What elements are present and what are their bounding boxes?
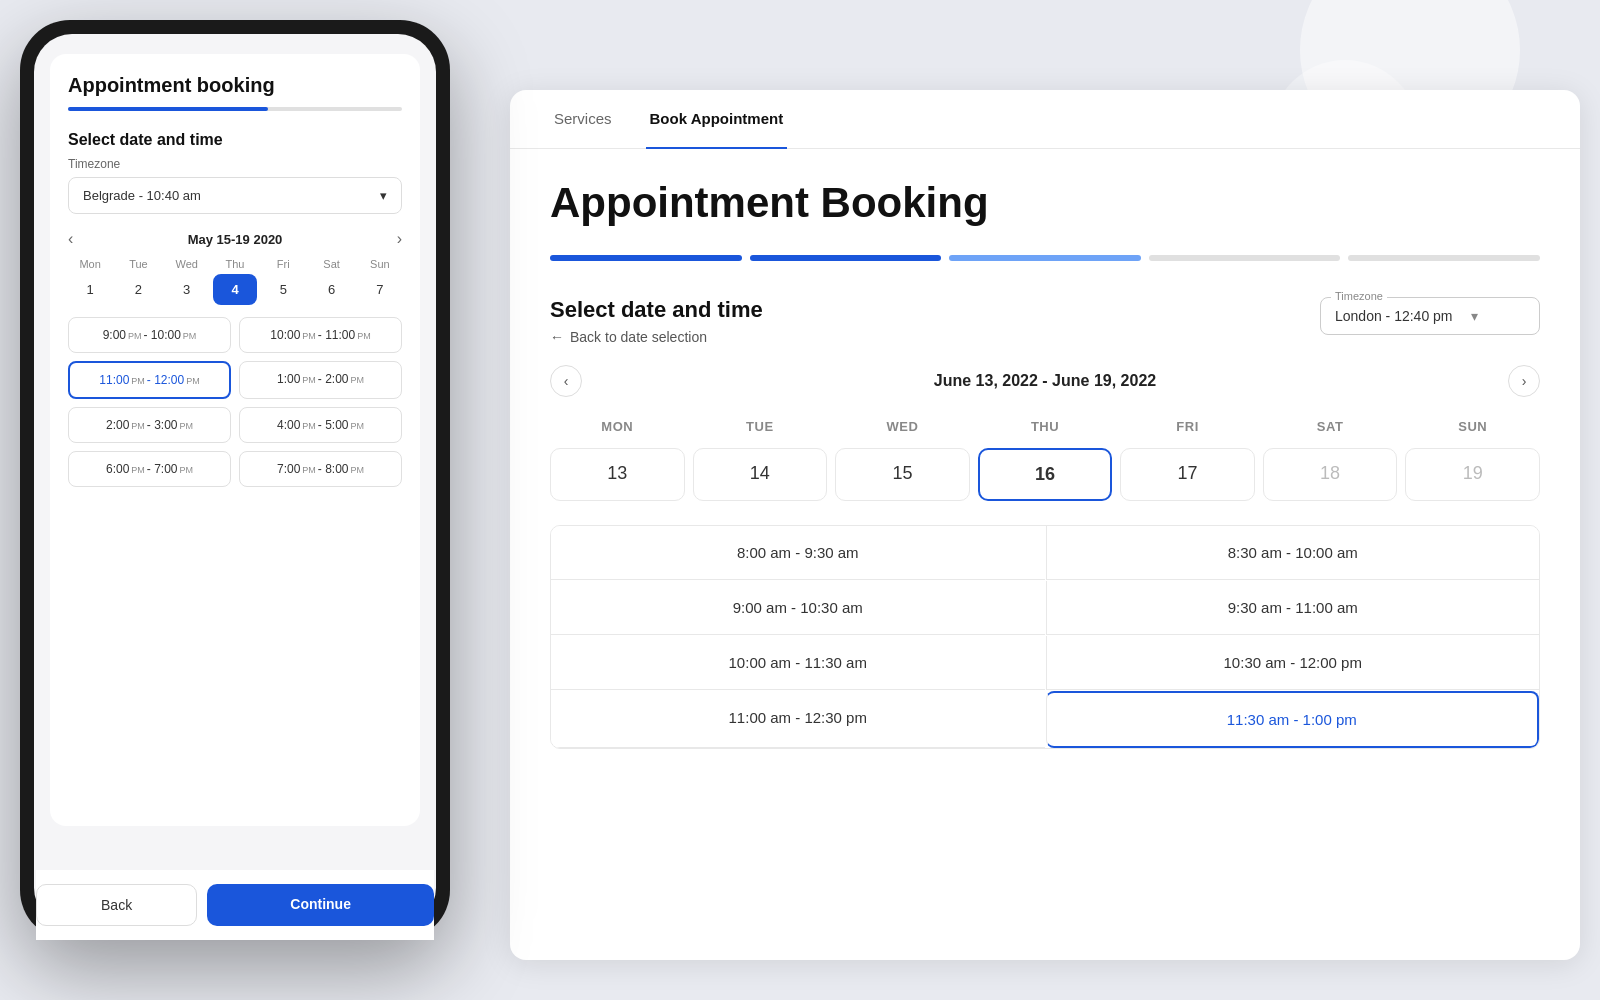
phone-bottom-buttons: Back Continue bbox=[36, 870, 434, 926]
calendar-grid: MON TUE WED THU FRI SAT SUN 13 14 15 16 … bbox=[550, 413, 1540, 501]
phone-section-title: Select date and time bbox=[68, 131, 402, 149]
slot-930am-11am[interactable]: 9:30 am - 11:00 am bbox=[1046, 581, 1540, 635]
calendar-header: ‹ June 13, 2022 - June 19, 2022 › bbox=[550, 365, 1540, 397]
phone-day-3[interactable]: 3 bbox=[165, 274, 209, 305]
timezone-chevron-icon: ▾ bbox=[1471, 308, 1478, 324]
section-header-row: Select date and time ← Back to date sele… bbox=[550, 297, 1540, 345]
phone-timezone-value: Belgrade - 10:40 am bbox=[83, 188, 201, 203]
phone-time-slots: 9:00PM - 10:00PM 10:00PM - 11:00PM 11:00… bbox=[68, 317, 402, 487]
phone-mockup: Appointment booking Select date and time… bbox=[20, 20, 480, 980]
phone-cal-prev[interactable]: ‹ bbox=[68, 230, 73, 248]
timezone-selector[interactable]: Timezone London - 12:40 pm ▾ bbox=[1320, 297, 1540, 335]
cal-day-16[interactable]: 16 bbox=[978, 448, 1113, 501]
phone-day-label-sat: Sat bbox=[309, 258, 353, 270]
phone-app-title: Appointment booking bbox=[68, 74, 402, 97]
phone-cal-header: ‹ May 15-19 2020 › bbox=[68, 230, 402, 248]
phone-cal-next[interactable]: › bbox=[397, 230, 402, 248]
phone-day-label-tue: Tue bbox=[116, 258, 160, 270]
phone-slot-4pm-5pm[interactable]: 4:00PM - 5:00PM bbox=[239, 407, 402, 443]
phone-day-7[interactable]: 7 bbox=[358, 274, 402, 305]
back-link-label: Back to date selection bbox=[570, 329, 707, 345]
desktop-panel: Services Book Appointment Appointment Bo… bbox=[510, 90, 1580, 960]
cal-prev-button[interactable]: ‹ bbox=[550, 365, 582, 397]
phone-day-label-wed: Wed bbox=[165, 258, 209, 270]
phone-slot-6pm-7pm[interactable]: 6:00PM - 7:00PM bbox=[68, 451, 231, 487]
cal-header-sun: SUN bbox=[1405, 413, 1540, 440]
cal-next-button[interactable]: › bbox=[1508, 365, 1540, 397]
phone-day-6[interactable]: 6 bbox=[309, 274, 353, 305]
phone-continue-button[interactable]: Continue bbox=[207, 884, 434, 926]
phone-day-4[interactable]: 4 bbox=[213, 274, 257, 305]
phone-day-label-thu: Thu bbox=[213, 258, 257, 270]
section-title: Select date and time bbox=[550, 297, 763, 323]
cal-month-range: June 13, 2022 - June 19, 2022 bbox=[934, 372, 1156, 390]
step-3 bbox=[949, 255, 1141, 261]
phone-frame: Appointment booking Select date and time… bbox=[20, 20, 450, 940]
cal-day-18[interactable]: 18 bbox=[1263, 448, 1398, 501]
slot-8am-930am[interactable]: 8:00 am - 9:30 am bbox=[551, 526, 1045, 580]
timezone-value: London - 12:40 pm bbox=[1335, 308, 1453, 324]
phone-timezone-label: Timezone bbox=[68, 157, 402, 171]
slot-1030am-12pm[interactable]: 10:30 am - 12:00 pm bbox=[1046, 636, 1540, 690]
phone-slot-9pm-10pm[interactable]: 9:00PM - 10:00PM bbox=[68, 317, 231, 353]
cal-header-mon: MON bbox=[550, 413, 685, 440]
phone-slot-2pm-3pm[interactable]: 2:00PM - 3:00PM bbox=[68, 407, 231, 443]
phone-timezone-select[interactable]: Belgrade - 10:40 am ▾ bbox=[68, 177, 402, 214]
step-4 bbox=[1149, 255, 1341, 261]
phone-day-2[interactable]: 2 bbox=[116, 274, 160, 305]
phone-day-label-sun: Sun bbox=[358, 258, 402, 270]
timezone-field-label: Timezone bbox=[1331, 290, 1387, 302]
step-5 bbox=[1348, 255, 1540, 261]
phone-slot-11pm-12pm[interactable]: 11:00PM - 12:00PM bbox=[68, 361, 231, 399]
phone-progress-fill bbox=[68, 107, 268, 111]
tab-services[interactable]: Services bbox=[550, 90, 616, 149]
cal-day-13[interactable]: 13 bbox=[550, 448, 685, 501]
cal-header-sat: SAT bbox=[1263, 413, 1398, 440]
progress-steps bbox=[550, 255, 1540, 261]
phone-app-content: Appointment booking Select date and time… bbox=[50, 54, 420, 826]
slot-10am-1130am[interactable]: 10:00 am - 11:30 am bbox=[551, 636, 1045, 690]
cal-day-15[interactable]: 15 bbox=[835, 448, 970, 501]
tab-book-appointment[interactable]: Book Appointment bbox=[646, 90, 788, 149]
cal-day-14[interactable]: 14 bbox=[693, 448, 828, 501]
slot-9am-1030am[interactable]: 9:00 am - 10:30 am bbox=[551, 581, 1045, 635]
phone-screen: Appointment booking Select date and time… bbox=[34, 34, 436, 926]
slot-1130am-1pm[interactable]: 11:30 am - 1:00 pm bbox=[1046, 691, 1540, 748]
tabs-bar: Services Book Appointment bbox=[510, 90, 1580, 149]
cal-header-thu: THU bbox=[978, 413, 1113, 440]
phone-slot-10pm-11pm[interactable]: 10:00PM - 11:00PM bbox=[239, 317, 402, 353]
phone-slot-1pm-2pm[interactable]: 1:00PM - 2:00PM bbox=[239, 361, 402, 399]
phone-day-label-fri: Fri bbox=[261, 258, 305, 270]
back-to-date-link[interactable]: ← Back to date selection bbox=[550, 329, 763, 345]
cal-day-19[interactable]: 19 bbox=[1405, 448, 1540, 501]
step-1 bbox=[550, 255, 742, 261]
cal-header-wed: WED bbox=[835, 413, 970, 440]
time-slots-grid: 8:00 am - 9:30 am 8:30 am - 10:00 am 9:0… bbox=[550, 525, 1540, 749]
phone-day-label-mon: Mon bbox=[68, 258, 112, 270]
section-header-left: Select date and time ← Back to date sele… bbox=[550, 297, 763, 345]
phone-cal-day-labels: Mon Tue Wed Thu Fri Sat Sun 1 2 3 4 5 6 … bbox=[68, 258, 402, 305]
step-2 bbox=[750, 255, 942, 261]
desktop-main-title: Appointment Booking bbox=[550, 179, 1540, 227]
phone-slot-7pm-8pm[interactable]: 7:00PM - 8:00PM bbox=[239, 451, 402, 487]
back-arrow-icon: ← bbox=[550, 329, 564, 345]
cal-day-17[interactable]: 17 bbox=[1120, 448, 1255, 501]
cal-header-fri: FRI bbox=[1120, 413, 1255, 440]
phone-timezone-chevron: ▾ bbox=[380, 188, 387, 203]
phone-day-1[interactable]: 1 bbox=[68, 274, 112, 305]
slot-11am-1230pm[interactable]: 11:00 am - 12:30 pm bbox=[551, 691, 1045, 748]
phone-cal-month: May 15-19 2020 bbox=[188, 232, 283, 247]
phone-back-button[interactable]: Back bbox=[36, 884, 197, 926]
phone-day-5[interactable]: 5 bbox=[261, 274, 305, 305]
phone-progress-bar bbox=[68, 107, 402, 111]
desktop-main-content: Appointment Booking Select date and time… bbox=[510, 149, 1580, 960]
slot-830am-10am[interactable]: 8:30 am - 10:00 am bbox=[1046, 526, 1540, 580]
cal-header-tue: TUE bbox=[693, 413, 828, 440]
